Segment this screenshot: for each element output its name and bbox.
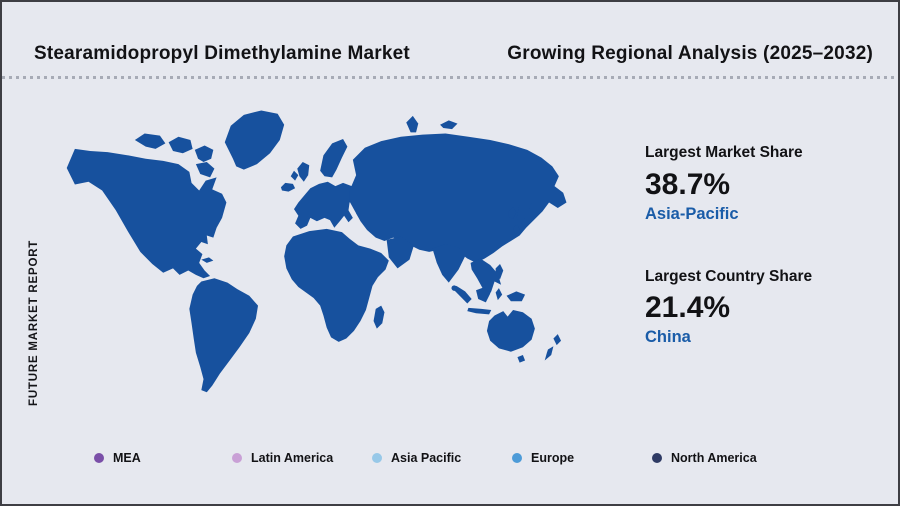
legend-dot-asia-pacific: [372, 453, 382, 463]
map-cuba: [201, 257, 214, 263]
stat-region: China: [645, 328, 691, 347]
map-greenland: [224, 110, 285, 170]
map-tasmania: [517, 354, 526, 363]
page-title-right: Growing Regional Analysis (2025–2032): [507, 43, 873, 64]
map-new-guinea: [506, 291, 526, 302]
map-novaya-zemlya: [406, 115, 419, 133]
legend-label: Asia Pacific: [391, 451, 462, 465]
map-new-zealand-north: [553, 334, 562, 346]
legend-item-europe: Europe: [512, 450, 574, 466]
page-title-left: Stearamidopropyl Dimethylamine Market: [34, 43, 410, 64]
stat-region: Asia-Pacific: [645, 204, 739, 223]
map-arctic-island: [194, 145, 214, 162]
stat-label: Largest Market Share: [645, 144, 803, 161]
legend-dot-latin-america: [232, 453, 242, 463]
map-india: [432, 244, 466, 283]
page-title: Stearamidopropyl Dimethylamine Market Gr…: [34, 43, 873, 65]
map-south-america: [189, 278, 259, 393]
stat-value: 21.4%: [645, 291, 731, 325]
map-iceland: [280, 182, 296, 192]
stat-largest-country-share: Largest Country Share 21.4% China: [645, 268, 890, 348]
map-arctic-russia-island: [440, 120, 458, 130]
map-scandinavia: [320, 138, 348, 178]
dotted-divider: [2, 76, 898, 79]
legend-item-latin-america: Latin America: [232, 450, 333, 466]
map-sumatra: [453, 285, 472, 304]
stat-value: 38.7%: [645, 167, 731, 201]
map-madagascar: [373, 305, 385, 329]
legend-label: Europe: [531, 451, 575, 465]
map-java: [467, 307, 492, 315]
legend-item-north-america: North America: [652, 450, 757, 466]
legend-label: North America: [671, 451, 757, 465]
legend-dot-europe: [512, 453, 522, 463]
legend-label: Latin America: [251, 451, 334, 465]
map-new-zealand-south: [544, 346, 554, 361]
world-map: [66, 110, 567, 393]
map-asia-mainland: [349, 133, 567, 263]
stat-label: Largest Country Share: [645, 267, 813, 285]
map-united-kingdom: [297, 161, 310, 182]
legend-item-asia-pacific: Asia Pacific: [372, 450, 461, 466]
map-australia: [486, 310, 535, 352]
map-africa: [284, 228, 389, 342]
legend-item-mea: MEA: [94, 450, 141, 466]
stats-panel: Largest Market Share 38.7% Asia-Pacific …: [645, 144, 890, 347]
infographic-frame: Stearamidopropyl Dimethylamine Market Gr…: [0, 0, 900, 506]
map-arctic-island: [168, 136, 193, 154]
map-europe-mainland: [293, 181, 359, 229]
map-ireland: [290, 170, 299, 181]
legend-dot-mea: [94, 453, 104, 463]
map-baffin-island: [195, 161, 215, 178]
map-arctic-island: [134, 133, 166, 149]
stat-largest-market-share: Largest Market Share 38.7% Asia-Pacific: [645, 144, 890, 224]
brand-watermark: FUTURE MARKET REPORT: [28, 239, 40, 407]
legend-dot-north-america: [652, 453, 662, 463]
map-sulawesi: [495, 288, 503, 301]
legend-label: MEA: [113, 451, 141, 465]
